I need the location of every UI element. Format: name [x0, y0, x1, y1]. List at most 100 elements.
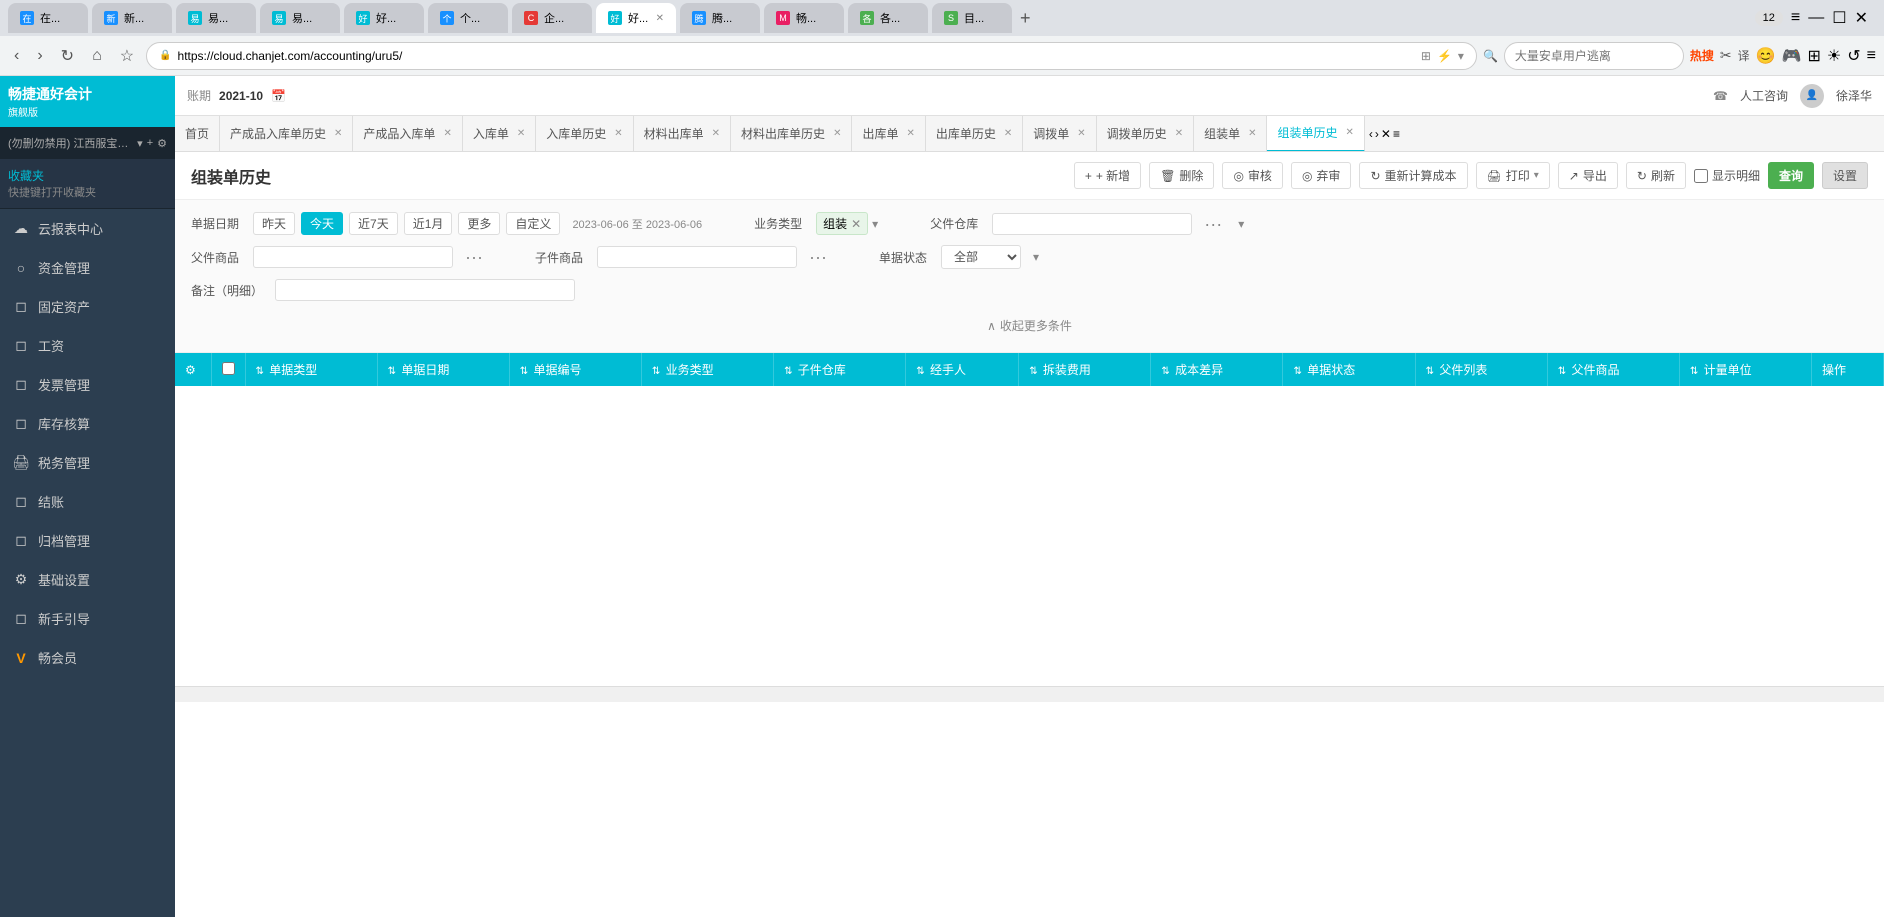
settings-company-icon[interactable]: ⚙: [157, 137, 167, 150]
tab-home[interactable]: 首页: [175, 116, 220, 152]
grid-icon[interactable]: ⊞: [1808, 46, 1821, 66]
tab-mat-out-hist[interactable]: 材料出库单历史 ✕: [731, 116, 852, 152]
tab-mat-out-hist-close[interactable]: ✕: [833, 128, 841, 139]
col-settings[interactable]: ⚙: [175, 353, 211, 386]
translate-icon[interactable]: 译: [1738, 47, 1750, 64]
child-goods-input[interactable]: [597, 246, 797, 268]
parent-warehouse-dropdown[interactable]: ▾: [1238, 217, 1244, 231]
tab-kit[interactable]: 组装单 ✕: [1194, 116, 1267, 152]
tab-prev-icon[interactable]: ‹: [1369, 127, 1373, 141]
query-button[interactable]: 查询: [1768, 162, 1814, 189]
col-disassemble-fee[interactable]: ⇅ 拆装费用: [1019, 353, 1151, 386]
browser-tab-9[interactable]: 腾 腾...: [680, 3, 760, 33]
user-name[interactable]: 徐泽华: [1836, 87, 1872, 104]
print-button[interactable]: 🖨 打印 ▾: [1476, 162, 1550, 189]
browser-tab-6[interactable]: 个 个...: [428, 3, 508, 33]
tab-prod-in-hist-close[interactable]: ✕: [334, 128, 342, 139]
company-selector[interactable]: (勿删勿禁用) 江西服宝测试专用 ▾ + ⚙: [0, 127, 175, 159]
parent-goods-input[interactable]: [253, 246, 453, 268]
menu-icon[interactable]: ≡: [1867, 47, 1876, 65]
tab-prod-in[interactable]: 产成品入库单 ✕: [353, 116, 462, 152]
col-unit[interactable]: ⇅ 计量单位: [1679, 353, 1811, 386]
qr-code-icon[interactable]: ⊞: [1421, 49, 1431, 63]
order-status-dropdown[interactable]: ▾: [1033, 250, 1039, 264]
parent-warehouse-more[interactable]: ···: [1204, 215, 1222, 233]
sidebar-item-cloud-report[interactable]: ☁ 云报表中心: [0, 209, 175, 248]
col-parent-goods[interactable]: ⇅ 父件商品: [1547, 353, 1679, 386]
tab-assemble[interactable]: 调拨单 ✕: [1023, 116, 1096, 152]
browser-tab-4[interactable]: 易 易...: [260, 3, 340, 33]
tab-options-icon[interactable]: ≡: [1393, 127, 1400, 141]
date-btn-today[interactable]: 今天: [301, 212, 343, 235]
browser-tab-close-8[interactable]: ✕: [656, 13, 664, 24]
lightning-icon[interactable]: ⚡: [1437, 49, 1452, 63]
tab-out-hist-close[interactable]: ✕: [1004, 128, 1012, 139]
new-button[interactable]: + + 新增: [1074, 162, 1141, 189]
order-status-select[interactable]: 全部 已审核 未审核: [941, 245, 1021, 269]
sidebar-item-tax[interactable]: 🖨 税务管理: [0, 443, 175, 482]
browser-tab-1[interactable]: 在 在...: [8, 3, 88, 33]
refresh-button[interactable]: ↻ 刷新: [1626, 162, 1686, 189]
sidebar-item-checkout[interactable]: ◻ 结账: [0, 482, 175, 521]
sidebar-item-archive[interactable]: ◻ 归档管理: [0, 521, 175, 560]
bookmark-button[interactable]: ☆: [114, 42, 140, 70]
tab-assemble-hist[interactable]: 调拨单历史 ✕: [1097, 116, 1194, 152]
date-btn-7days[interactable]: 近7天: [349, 212, 398, 235]
col-handler[interactable]: ⇅ 经手人: [906, 353, 1019, 386]
browser-tab-8[interactable]: 好 好... ✕: [596, 3, 676, 33]
tab-prod-in-close[interactable]: ✕: [443, 128, 451, 139]
browser-tab-5[interactable]: 好 好...: [344, 3, 424, 33]
export-button[interactable]: ↗ 导出: [1558, 162, 1618, 189]
sidebar-item-invoice[interactable]: ◻ 发票管理: [0, 365, 175, 404]
sidebar-item-settings[interactable]: ⚙ 基础设置: [0, 560, 175, 599]
close-window-icon[interactable]: ✕: [1855, 8, 1868, 28]
date-btn-more[interactable]: 更多: [458, 212, 500, 235]
col-biz-type[interactable]: ⇅ 业务类型: [641, 353, 773, 386]
address-dropdown-icon[interactable]: ▾: [1458, 49, 1464, 63]
tab-out-hist[interactable]: 出库单历史 ✕: [926, 116, 1023, 152]
tab-close-all-icon[interactable]: ✕: [1381, 127, 1391, 141]
home-button[interactable]: ⌂: [86, 43, 108, 69]
sidebar-item-member[interactable]: V 畅会员: [0, 638, 175, 677]
display-detail-toggle[interactable]: 显示明细: [1694, 167, 1760, 184]
tab-in-hist-close[interactable]: ✕: [614, 128, 622, 139]
col-cost-diff[interactable]: ⇅ 成本差异: [1151, 353, 1283, 386]
tab-kit-hist[interactable]: 组装单历史 ✕: [1267, 116, 1364, 152]
setup-button[interactable]: 设置: [1822, 162, 1868, 189]
browser-tab-12[interactable]: S 目...: [932, 3, 1012, 33]
undo-icon[interactable]: ↺: [1847, 46, 1860, 66]
sidebar-item-inventory[interactable]: ◻ 库存核算: [0, 404, 175, 443]
back-button[interactable]: ‹: [8, 43, 25, 69]
col-parent-list[interactable]: ⇅ 父件列表: [1415, 353, 1547, 386]
biz-type-tag-close[interactable]: ✕: [851, 217, 861, 231]
col-child-warehouse[interactable]: ⇅ 子件仓库: [774, 353, 906, 386]
sun-icon[interactable]: ☀: [1827, 46, 1841, 66]
col-order-type[interactable]: ⇅ 单据类型: [245, 353, 377, 386]
bookmarks-subtitle[interactable]: 快捷键打开收藏夹: [8, 184, 167, 200]
tab-assemble-hist-close[interactable]: ✕: [1175, 128, 1183, 139]
calendar-icon[interactable]: 📅: [271, 89, 286, 103]
sidebar-item-fixed-assets[interactable]: ◻ 固定资产: [0, 287, 175, 326]
tab-mat-out[interactable]: 材料出库单 ✕: [634, 116, 731, 152]
tab-next-icon[interactable]: ›: [1375, 127, 1379, 141]
cut-icon[interactable]: ✂: [1720, 47, 1732, 64]
forward-button[interactable]: ›: [31, 43, 48, 69]
tab-out-order[interactable]: 出库单 ✕: [852, 116, 925, 152]
browser-tab-11[interactable]: 各 各...: [848, 3, 928, 33]
tab-out-order-close[interactable]: ✕: [906, 128, 914, 139]
browser-tab-10[interactable]: M 畅...: [764, 3, 844, 33]
browser-tab-7[interactable]: C 企...: [512, 3, 592, 33]
browser-tab-2[interactable]: 新 新...: [92, 3, 172, 33]
display-detail-checkbox[interactable]: [1694, 169, 1708, 183]
abandon-button[interactable]: ◎ 弃审: [1291, 162, 1352, 189]
tab-kit-close[interactable]: ✕: [1248, 128, 1256, 139]
sidebar-item-guide[interactable]: ◻ 新手引导: [0, 599, 175, 638]
collapse-filters-btn[interactable]: ∧ 收起更多条件: [191, 311, 1868, 340]
tab-kit-hist-close[interactable]: ✕: [1346, 127, 1354, 138]
browser-search-input[interactable]: [1504, 42, 1684, 70]
tab-mat-out-close[interactable]: ✕: [712, 128, 720, 139]
tab-assemble-close[interactable]: ✕: [1077, 128, 1085, 139]
minimize-icon[interactable]: —: [1808, 9, 1824, 27]
tab-list-icon[interactable]: ≡: [1791, 9, 1800, 27]
col-order-no[interactable]: ⇅ 单据编号: [509, 353, 641, 386]
